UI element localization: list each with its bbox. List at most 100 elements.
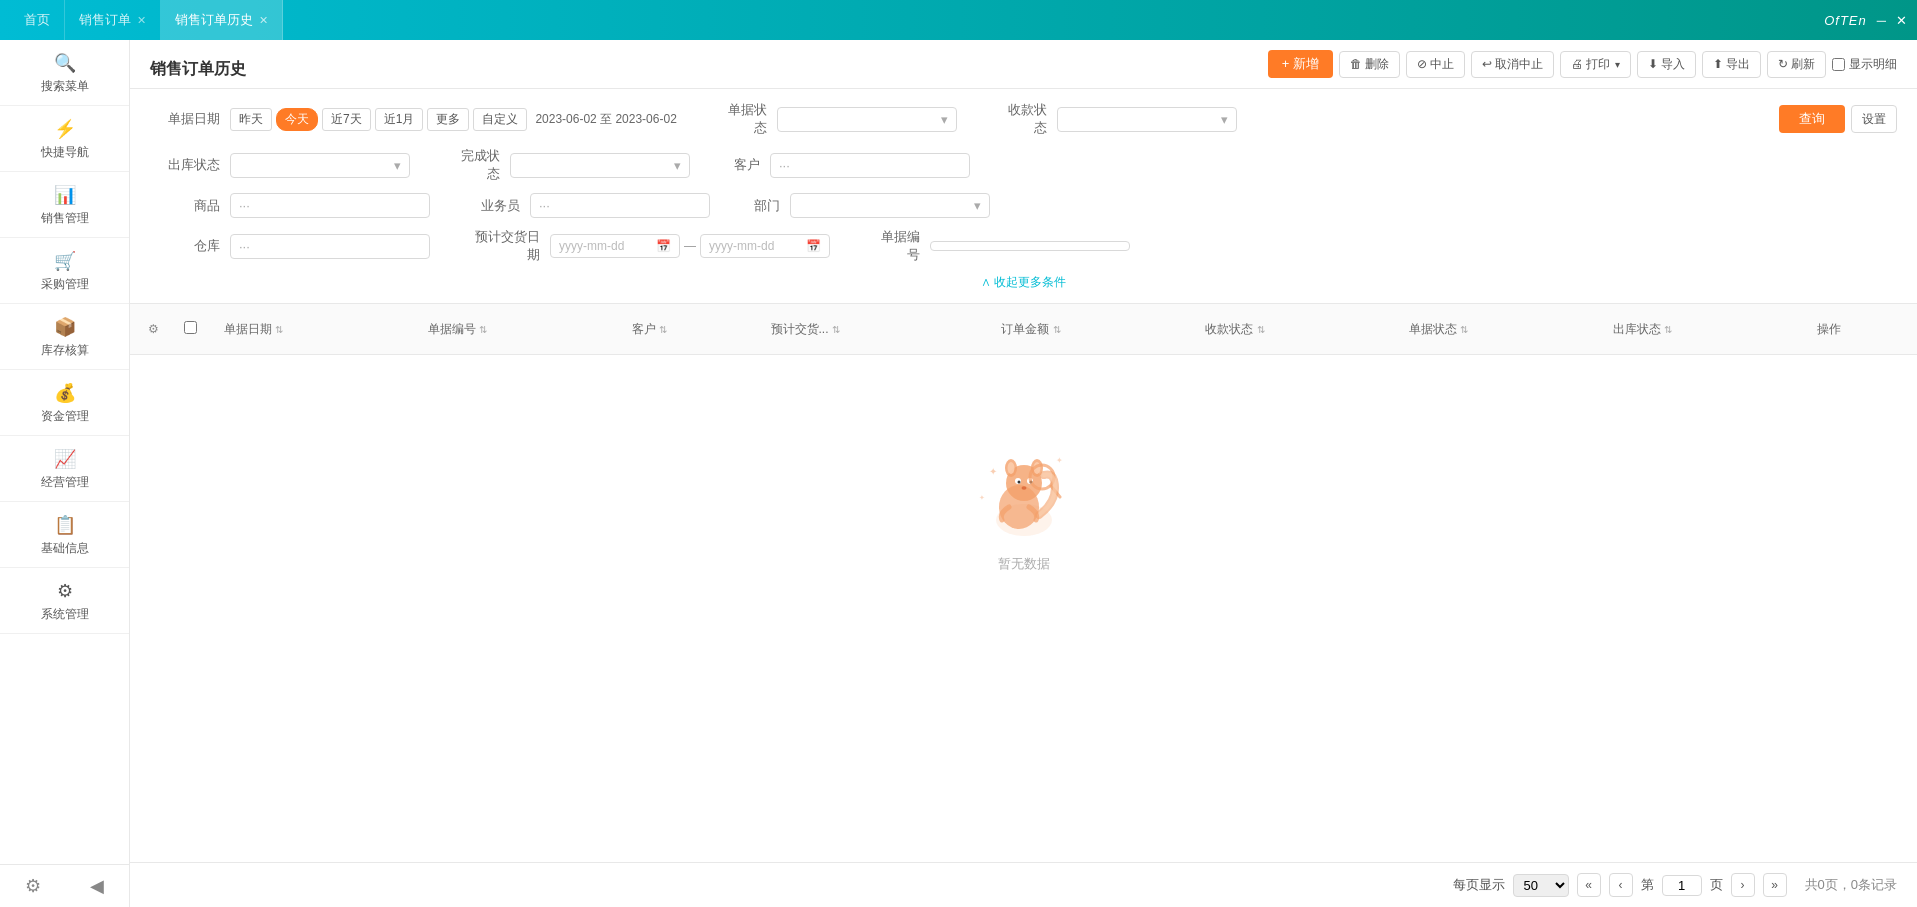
date-btn-yesterday[interactable]: 昨天 bbox=[230, 108, 272, 131]
date-btn-today[interactable]: 今天 bbox=[276, 108, 318, 131]
sidebar-item-capital-mgmt[interactable]: 💰 资金管理 bbox=[0, 370, 129, 436]
first-page-button[interactable]: « bbox=[1577, 873, 1601, 897]
col-number[interactable]: 单据编号 ⇅ bbox=[420, 304, 624, 355]
col-amount[interactable]: 订单金额 ⇅ bbox=[993, 304, 1197, 355]
next-page-button[interactable]: › bbox=[1731, 873, 1755, 897]
last-page-button[interactable]: » bbox=[1763, 873, 1787, 897]
cancel-stop-button[interactable]: ↩ 取消中止 bbox=[1471, 51, 1554, 78]
system-mgmt-icon: ⚙ bbox=[57, 580, 73, 602]
date-filter-control: 昨天 今天 近7天 近1月 更多 自定义 2023-06-02 至 2023-0… bbox=[230, 108, 677, 131]
complete-status-label: 完成状态 bbox=[450, 147, 510, 183]
col-customer-sort: ⇅ bbox=[659, 324, 667, 335]
stop-button[interactable]: ⊘ 中止 bbox=[1406, 51, 1465, 78]
sidebar-item-system-mgmt[interactable]: ⚙ 系统管理 bbox=[0, 568, 129, 634]
search-button[interactable]: 查询 bbox=[1779, 105, 1845, 133]
sidebar-item-inventory-calc-label: 库存核算 bbox=[41, 342, 89, 359]
out-stock-arrow: ▾ bbox=[394, 158, 401, 173]
show-detail-checkbox[interactable] bbox=[1832, 58, 1845, 71]
page-size-label: 每页显示 bbox=[1453, 876, 1505, 894]
sidebar-item-system-mgmt-label: 系统管理 bbox=[41, 606, 89, 623]
dept-arrow: ▾ bbox=[974, 198, 981, 213]
page-size-select[interactable]: 50 20 100 bbox=[1513, 874, 1569, 897]
pay-status-select[interactable]: ▾ bbox=[1057, 107, 1237, 132]
delivery-date-end[interactable]: yyyy-mm-dd 📅 bbox=[700, 234, 830, 258]
order-status-select[interactable]: ▾ bbox=[777, 107, 957, 132]
tab-sales-order-close[interactable]: ✕ bbox=[137, 14, 146, 27]
sidebar-item-inventory-calc[interactable]: 📦 库存核算 bbox=[0, 304, 129, 370]
tab-home[interactable]: 首页 bbox=[10, 0, 65, 40]
col-number-label: 单据编号 bbox=[428, 322, 476, 336]
prev-page-button[interactable]: ‹ bbox=[1609, 873, 1633, 897]
sidebar-bottom: ⚙ ◀ bbox=[0, 864, 129, 907]
show-detail-checkbox-label[interactable]: 显示明细 bbox=[1832, 56, 1897, 73]
product-label: 商品 bbox=[150, 197, 230, 215]
dept-select[interactable]: ▾ bbox=[790, 193, 990, 218]
cancel-stop-icon: ↩ bbox=[1482, 57, 1492, 71]
col-out-status[interactable]: 出库状态 ⇅ bbox=[1605, 304, 1809, 355]
top-bar-close[interactable]: ✕ bbox=[1896, 13, 1907, 28]
page-number-input[interactable] bbox=[1662, 875, 1702, 896]
print-dropdown-icon: ▾ bbox=[1615, 59, 1620, 70]
collapse-row[interactable]: ∧ 收起更多条件 bbox=[150, 274, 1897, 291]
sidebar-item-purchase-mgmt[interactable]: 🛒 采购管理 bbox=[0, 238, 129, 304]
top-bar-min[interactable]: ─ bbox=[1877, 13, 1886, 28]
sales-person-input[interactable]: ··· bbox=[530, 193, 710, 218]
print-button[interactable]: 🖨 打印 ▾ bbox=[1560, 51, 1631, 78]
svg-point-11 bbox=[1021, 486, 1026, 490]
col-order-status-sort: ⇅ bbox=[1460, 324, 1468, 335]
table-settings-button[interactable]: ⚙ bbox=[138, 314, 168, 344]
top-bar: 首页 销售订单 ✕ 销售订单历史 ✕ OfTEn ─ ✕ bbox=[0, 0, 1917, 40]
tab-sales-order-history[interactable]: 销售订单历史 ✕ bbox=[161, 0, 283, 40]
settings-button[interactable]: 设置 bbox=[1851, 105, 1897, 133]
delete-button[interactable]: 🗑 删除 bbox=[1339, 51, 1400, 78]
delivery-date-start[interactable]: yyyy-mm-dd 📅 bbox=[550, 234, 680, 258]
sidebar-item-basic-info[interactable]: 📋 基础信息 bbox=[0, 502, 129, 568]
order-number-label: 单据编号 bbox=[870, 228, 930, 264]
col-delivery[interactable]: 预计交货... ⇅ bbox=[763, 304, 994, 355]
tab-sales-order[interactable]: 销售订单 ✕ bbox=[65, 0, 161, 40]
table-select-all[interactable] bbox=[184, 321, 197, 334]
date-separator: — bbox=[680, 239, 700, 253]
sidebar-item-sales-mgmt[interactable]: 📊 销售管理 bbox=[0, 172, 129, 238]
inventory-calc-icon: 📦 bbox=[54, 316, 76, 338]
date-btn-custom[interactable]: 自定义 bbox=[473, 108, 527, 131]
page-title: 销售订单历史 bbox=[150, 59, 246, 80]
date-btn-7days[interactable]: 近7天 bbox=[322, 108, 371, 131]
col-date[interactable]: 单据日期 ⇅ bbox=[216, 304, 420, 355]
import-button[interactable]: ⬇ 导入 bbox=[1637, 51, 1696, 78]
sales-person-dots: ··· bbox=[539, 198, 550, 213]
date-btn-more[interactable]: 更多 bbox=[427, 108, 469, 131]
export-button[interactable]: ⬆ 导出 bbox=[1702, 51, 1761, 78]
product-input[interactable]: ··· bbox=[230, 193, 430, 218]
date-btn-1month[interactable]: 近1月 bbox=[375, 108, 424, 131]
customer-input[interactable]: ··· bbox=[770, 153, 970, 178]
tab-sales-order-history-close[interactable]: ✕ bbox=[259, 14, 268, 27]
product-dots: ··· bbox=[239, 198, 250, 213]
empty-illustration: ✦ ✦ ✦ bbox=[964, 435, 1084, 555]
col-pay-status[interactable]: 收款状态 ⇅ bbox=[1197, 304, 1401, 355]
sidebar-settings-icon[interactable]: ⚙ bbox=[25, 875, 41, 897]
filter-row-1: 单据日期 昨天 今天 近7天 近1月 更多 自定义 2023-06-02 至 2… bbox=[150, 101, 1897, 137]
col-customer[interactable]: 客户 ⇅ bbox=[624, 304, 763, 355]
sidebar-item-quick-nav[interactable]: ⚡ 快捷导航 bbox=[0, 106, 129, 172]
pay-status-label: 收款状态 bbox=[997, 101, 1057, 137]
out-stock-status-select[interactable]: ▾ bbox=[230, 153, 410, 178]
date-quick-buttons: 昨天 今天 近7天 近1月 更多 自定义 bbox=[230, 108, 527, 131]
warehouse-input[interactable]: ··· bbox=[230, 234, 430, 259]
sidebar-item-ops-mgmt[interactable]: 📈 经营管理 bbox=[0, 436, 129, 502]
new-button[interactable]: + 新增 bbox=[1268, 50, 1333, 78]
empty-text: 暂无数据 bbox=[998, 555, 1050, 573]
date-label: 单据日期 bbox=[150, 110, 230, 128]
refresh-button[interactable]: ↻ 刷新 bbox=[1767, 51, 1826, 78]
page-unit: 页 bbox=[1710, 876, 1723, 894]
stop-icon: ⊘ bbox=[1417, 57, 1427, 71]
sidebar: 🔍 搜索菜单 ⚡ 快捷导航 📊 销售管理 🛒 采购管理 📦 库存核算 💰 bbox=[0, 40, 130, 907]
sidebar-collapse-icon[interactable]: ◀ bbox=[90, 875, 104, 897]
col-order-status[interactable]: 单据状态 ⇅ bbox=[1401, 304, 1605, 355]
table-header-row: ⚙ 单据日期 ⇅ 单据编号 ⇅ bbox=[130, 304, 1917, 355]
warehouse-dots: ··· bbox=[239, 239, 250, 254]
order-number-input[interactable] bbox=[930, 241, 1130, 251]
col-amount-sort: ⇅ bbox=[1053, 324, 1061, 335]
sidebar-item-search-menu[interactable]: 🔍 搜索菜单 bbox=[0, 40, 129, 106]
complete-status-select[interactable]: ▾ bbox=[510, 153, 690, 178]
